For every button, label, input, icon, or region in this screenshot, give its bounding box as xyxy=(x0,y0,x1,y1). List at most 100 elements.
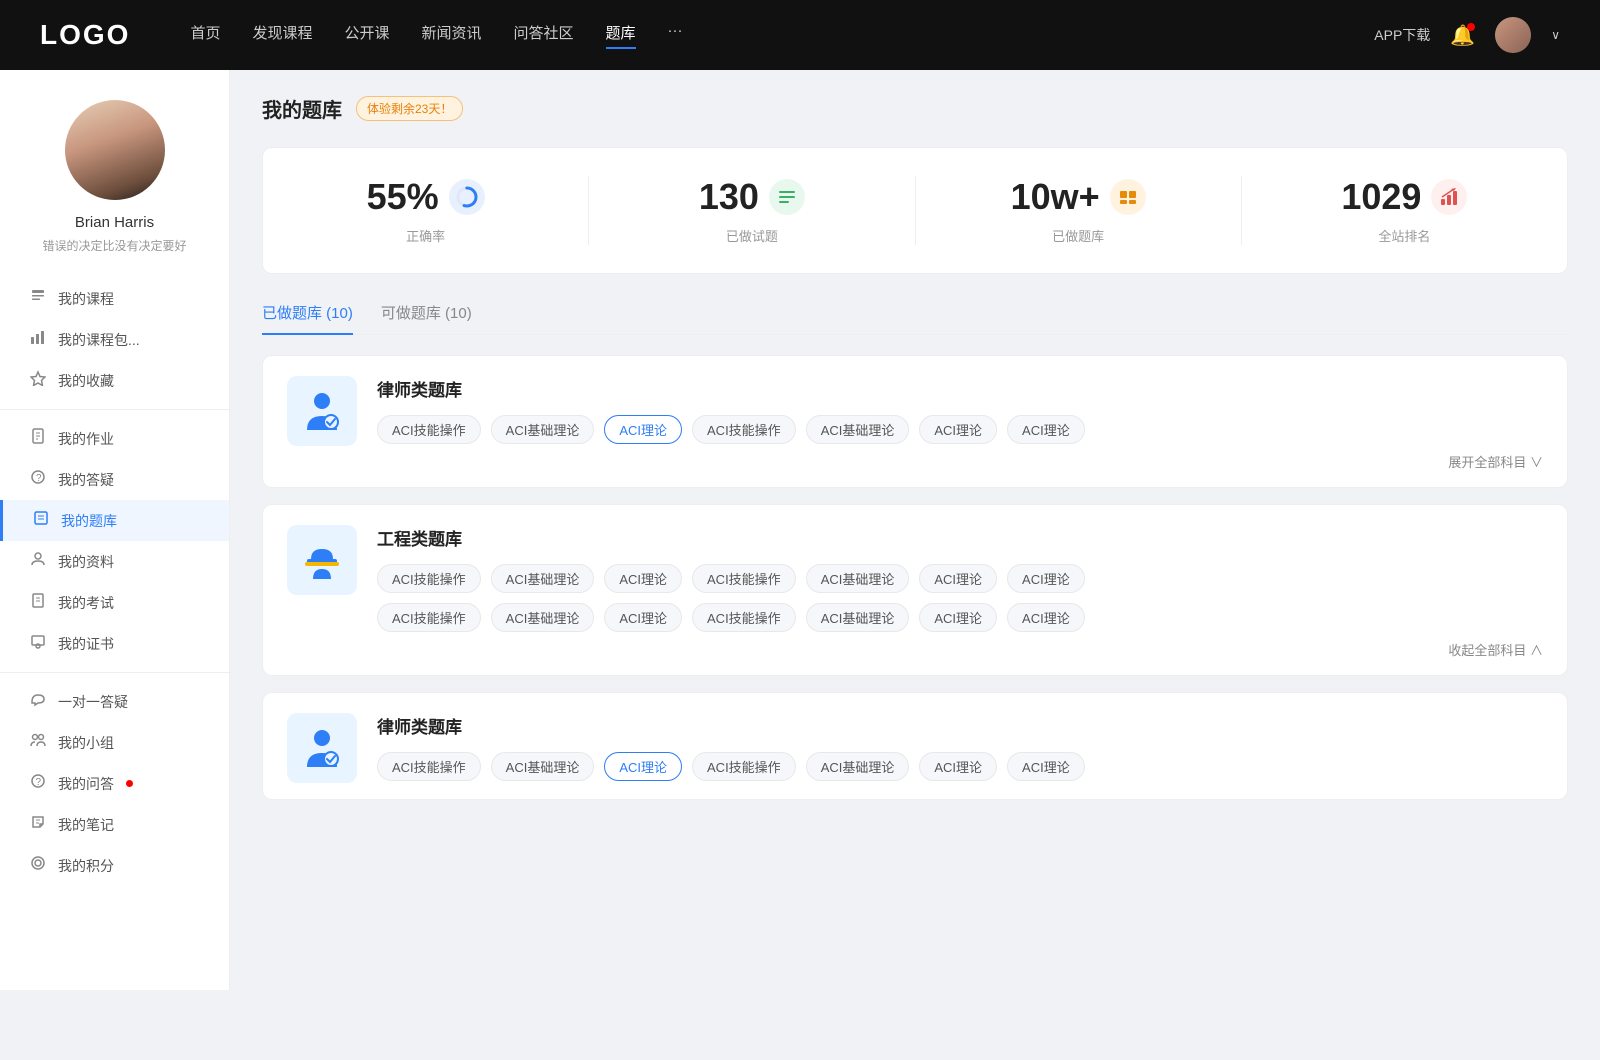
sidebar-item-notes[interactable]: 我的笔记 xyxy=(0,804,229,845)
sidebar-label-1on1: 一对一答疑 xyxy=(58,692,128,712)
stat-accuracy-icon xyxy=(449,179,485,215)
sidebar-item-1on1[interactable]: 一对一答疑 xyxy=(0,681,229,722)
tag-e2-6[interactable]: ACI理论 xyxy=(919,603,997,632)
tag-l2-3[interactable]: ACI理论 xyxy=(604,752,682,781)
tag-l2-6[interactable]: ACI理论 xyxy=(919,752,997,781)
tag-e2-4[interactable]: ACI技能操作 xyxy=(692,603,796,632)
sidebar-item-myqa[interactable]: ? 我的问答 xyxy=(0,763,229,804)
stat-rank: 1029 全站排名 xyxy=(1242,176,1567,245)
tag-l1-2[interactable]: ACI基础理论 xyxy=(491,415,595,444)
tab-available[interactable]: 可做题库 (10) xyxy=(381,302,472,335)
stats-row: 55% 正确率 130 xyxy=(262,147,1568,274)
tab-done[interactable]: 已做题库 (10) xyxy=(262,302,353,335)
myqa-icon: ? xyxy=(28,773,48,794)
tag-e1-7[interactable]: ACI理论 xyxy=(1007,564,1085,593)
sidebar-item-favorites[interactable]: 我的收藏 xyxy=(0,360,229,401)
nav-bell-icon[interactable]: 🔔 xyxy=(1450,23,1475,48)
category-content-lawyer-2: 律师类题库 ACI技能操作 ACI基础理论 ACI理论 ACI技能操作 ACI基… xyxy=(377,713,1543,781)
nav-chevron-icon[interactable]: ∨ xyxy=(1551,28,1560,42)
svg-text:?: ? xyxy=(36,473,42,484)
tag-e1-1[interactable]: ACI技能操作 xyxy=(377,564,481,593)
sidebar-item-mycourse[interactable]: 我的课程 xyxy=(0,278,229,319)
sidebar-item-profile[interactable]: 我的资料 xyxy=(0,541,229,582)
nav-link-home[interactable]: 首页 xyxy=(190,22,220,49)
exams-icon xyxy=(28,592,48,613)
nav-link-opencourse[interactable]: 公开课 xyxy=(344,22,389,49)
stat-rank-row: 1029 xyxy=(1341,176,1467,218)
nav-avatar[interactable] xyxy=(1495,17,1531,53)
sidebar-user-name: Brian Harris xyxy=(75,214,154,231)
stat-done-questions-row: 130 xyxy=(699,176,805,218)
navbar: LOGO 首页 发现课程 公开课 新闻资讯 问答社区 题库 ··· APP下载 … xyxy=(0,0,1600,70)
sidebar-avatar xyxy=(65,100,165,200)
stat-accuracy-row: 55% xyxy=(367,176,485,218)
nav-link-qa[interactable]: 问答社区 xyxy=(514,22,574,49)
tag-l1-1[interactable]: ACI技能操作 xyxy=(377,415,481,444)
sidebar-menu: 我的课程 我的课程包... 我的收藏 我的作业 xyxy=(0,278,229,886)
sidebar-label-homework: 我的作业 xyxy=(58,429,114,449)
category-name-lawyer-2: 律师类题库 xyxy=(377,713,1543,738)
nav-link-more[interactable]: ··· xyxy=(668,22,683,49)
sidebar-item-mypackage[interactable]: 我的课程包... xyxy=(0,319,229,360)
tag-l2-2[interactable]: ACI基础理论 xyxy=(491,752,595,781)
tag-e2-3[interactable]: ACI理论 xyxy=(604,603,682,632)
nav-right: APP下载 🔔 ∨ xyxy=(1374,17,1560,53)
sidebar-avatar-image xyxy=(65,100,165,200)
tag-e1-5[interactable]: ACI基础理论 xyxy=(806,564,910,593)
nav-app-download[interactable]: APP下载 xyxy=(1374,25,1430,45)
tag-l1-4[interactable]: ACI技能操作 xyxy=(692,415,796,444)
sidebar-item-exambank[interactable]: 我的题库 xyxy=(0,500,229,541)
tag-e1-4[interactable]: ACI技能操作 xyxy=(692,564,796,593)
tag-l1-6[interactable]: ACI理论 xyxy=(919,415,997,444)
tag-l1-7[interactable]: ACI理论 xyxy=(1007,415,1085,444)
category-content-engineer: 工程类题库 ACI技能操作 ACI基础理论 ACI理论 ACI技能操作 ACI基… xyxy=(377,525,1543,659)
category-name-engineer: 工程类题库 xyxy=(377,525,1543,550)
sidebar-item-group[interactable]: 我的小组 xyxy=(0,722,229,763)
tag-l2-4[interactable]: ACI技能操作 xyxy=(692,752,796,781)
tag-e1-3[interactable]: ACI理论 xyxy=(604,564,682,593)
category-card-lawyer-1: 律师类题库 ACI技能操作 ACI基础理论 ACI理论 ACI技能操作 ACI基… xyxy=(262,355,1568,488)
collapse-link-engineer[interactable]: 收起全部科目 ∧ xyxy=(377,640,1543,659)
stat-rank-value: 1029 xyxy=(1341,176,1421,218)
sidebar-label-group: 我的小组 xyxy=(58,733,114,753)
tag-e2-1[interactable]: ACI技能操作 xyxy=(377,603,481,632)
tags-row-engineer-1: ACI技能操作 ACI基础理论 ACI理论 ACI技能操作 ACI基础理论 AC… xyxy=(377,564,1543,593)
category-header-lawyer-2: 律师类题库 ACI技能操作 ACI基础理论 ACI理论 ACI技能操作 ACI基… xyxy=(287,713,1543,783)
favorites-icon xyxy=(28,370,48,391)
tag-l2-1[interactable]: ACI技能操作 xyxy=(377,752,481,781)
tag-e2-5[interactable]: ACI基础理论 xyxy=(806,603,910,632)
sidebar-item-exams[interactable]: 我的考试 xyxy=(0,582,229,623)
sidebar-divider-1 xyxy=(0,409,229,410)
mycourse-icon xyxy=(28,288,48,309)
category-card-engineer: 工程类题库 ACI技能操作 ACI基础理论 ACI理论 ACI技能操作 ACI基… xyxy=(262,504,1568,676)
category-content-lawyer-1: 律师类题库 ACI技能操作 ACI基础理论 ACI理论 ACI技能操作 ACI基… xyxy=(377,376,1543,471)
points-icon xyxy=(28,855,48,876)
tag-l2-5[interactable]: ACI基础理论 xyxy=(806,752,910,781)
tabs-bar: 已做题库 (10) 可做题库 (10) xyxy=(262,302,1568,335)
page-body: Brian Harris 错误的决定比没有决定要好 我的课程 我的课程包... xyxy=(0,70,1600,990)
stat-done-questions: 130 已做试题 xyxy=(589,176,915,245)
sidebar-label-favorites: 我的收藏 xyxy=(58,371,114,391)
svg-text:?: ? xyxy=(36,777,42,788)
page-title: 我的题库 xyxy=(262,94,342,123)
tag-l1-3[interactable]: ACI理论 xyxy=(604,415,682,444)
stat-done-banks-label: 已做题库 xyxy=(1052,226,1104,245)
expand-link-lawyer-1[interactable]: 展开全部科目 ∨ xyxy=(377,452,1543,471)
sidebar-item-questions[interactable]: ? 我的答疑 xyxy=(0,459,229,500)
sidebar-item-points[interactable]: 我的积分 xyxy=(0,845,229,886)
tag-e2-2[interactable]: ACI基础理论 xyxy=(491,603,595,632)
stat-done-questions-icon xyxy=(769,179,805,215)
sidebar-label-certificate: 我的证书 xyxy=(58,634,114,654)
nav-link-discover[interactable]: 发现课程 xyxy=(252,22,312,49)
sidebar-label-mycourse: 我的课程 xyxy=(58,289,114,309)
tag-e1-6[interactable]: ACI理论 xyxy=(919,564,997,593)
tag-e1-2[interactable]: ACI基础理论 xyxy=(491,564,595,593)
tag-l1-5[interactable]: ACI基础理论 xyxy=(806,415,910,444)
nav-link-exam[interactable]: 题库 xyxy=(606,22,636,49)
stat-done-banks-value: 10w+ xyxy=(1011,176,1100,218)
sidebar-item-homework[interactable]: 我的作业 xyxy=(0,418,229,459)
sidebar-item-certificate[interactable]: 我的证书 xyxy=(0,623,229,664)
nav-link-news[interactable]: 新闻资讯 xyxy=(422,22,482,49)
tag-e2-7[interactable]: ACI理论 xyxy=(1007,603,1085,632)
tag-l2-7[interactable]: ACI理论 xyxy=(1007,752,1085,781)
